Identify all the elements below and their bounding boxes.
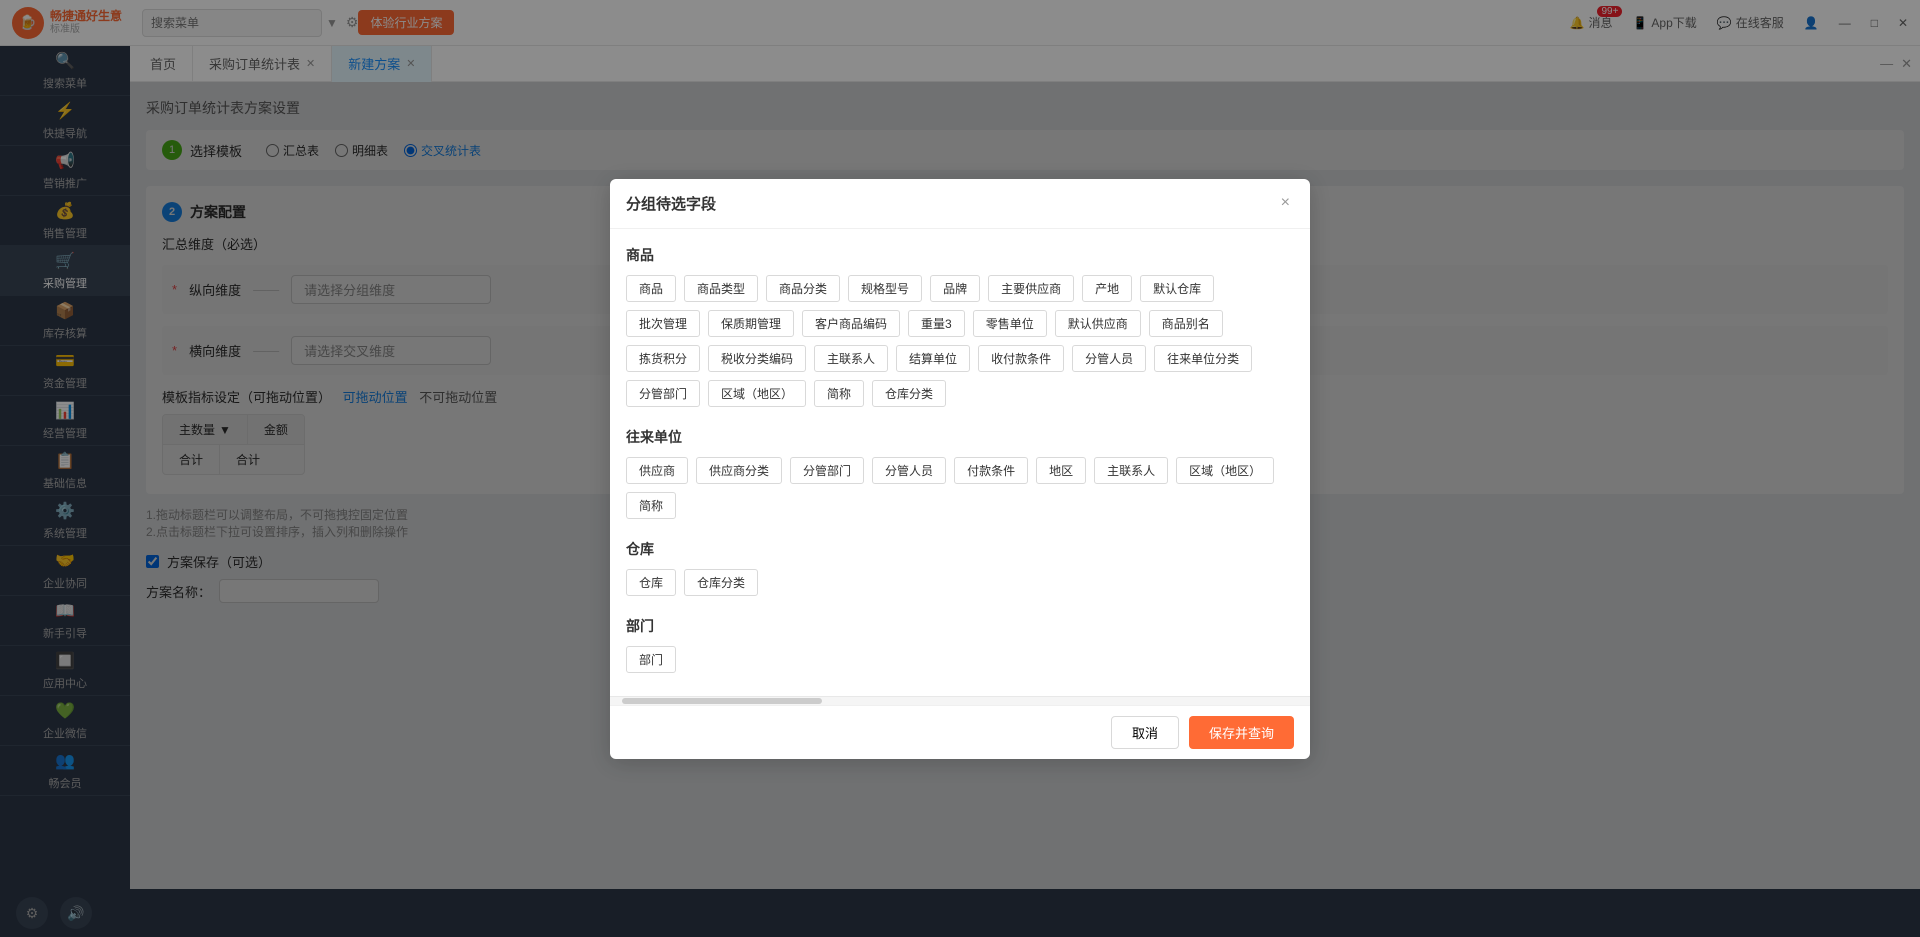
field-tags-dept: 部门 bbox=[626, 646, 1294, 673]
dialog: 分组待选字段 × 商品 商品 商品类型 商品分类 规格型号 品牌 主要供应商 产… bbox=[610, 179, 1310, 759]
field-tag-manager[interactable]: 分管人员 bbox=[1072, 345, 1146, 372]
field-group-warehouse: 仓库 仓库 仓库分类 bbox=[626, 539, 1294, 596]
field-tag-supplier[interactable]: 供应商 bbox=[626, 457, 688, 484]
scrollbar-thumb bbox=[622, 698, 822, 704]
field-tag-main-supplier[interactable]: 主要供应商 bbox=[988, 275, 1074, 302]
field-tags-partner: 供应商 供应商分类 分管部门 分管人员 付款条件 地区 主联系人 区域（地区） … bbox=[626, 457, 1294, 519]
field-tag-managing-person[interactable]: 分管人员 bbox=[872, 457, 946, 484]
field-tag-payment-terms[interactable]: 收付款条件 bbox=[978, 345, 1064, 372]
field-tag-origin[interactable]: 产地 bbox=[1082, 275, 1132, 302]
field-tag-alias[interactable]: 商品别名 bbox=[1149, 310, 1223, 337]
field-tag-area[interactable]: 地区 bbox=[1036, 457, 1086, 484]
field-tag-settlement-unit[interactable]: 结算单位 bbox=[896, 345, 970, 372]
field-tag-pay-terms[interactable]: 付款条件 bbox=[954, 457, 1028, 484]
group-title-dept: 部门 bbox=[626, 616, 1294, 636]
field-tag-dept-field[interactable]: 部门 bbox=[626, 646, 676, 673]
overlay: 分组待选字段 × 商品 商品 商品类型 商品分类 规格型号 品牌 主要供应商 产… bbox=[0, 0, 1920, 937]
field-tag-main-contact[interactable]: 主联系人 bbox=[814, 345, 888, 372]
cancel-button[interactable]: 取消 bbox=[1111, 716, 1179, 749]
field-tag-dept[interactable]: 分管部门 bbox=[626, 380, 700, 407]
field-tag-wh-category[interactable]: 仓库分类 bbox=[684, 569, 758, 596]
dialog-body: 商品 商品 商品类型 商品分类 规格型号 品牌 主要供应商 产地 默认仓库 批次… bbox=[610, 229, 1310, 696]
field-tag-managing-dept[interactable]: 分管部门 bbox=[790, 457, 864, 484]
field-tag-default-warehouse[interactable]: 默认仓库 bbox=[1140, 275, 1214, 302]
field-tag-partner-contact[interactable]: 主联系人 bbox=[1094, 457, 1168, 484]
field-group-dept: 部门 部门 bbox=[626, 616, 1294, 673]
field-tag-warehouse-category[interactable]: 仓库分类 bbox=[872, 380, 946, 407]
field-tag-default-supplier[interactable]: 默认供应商 bbox=[1055, 310, 1141, 337]
field-tags-warehouse: 仓库 仓库分类 bbox=[626, 569, 1294, 596]
field-tag-region[interactable]: 区域（地区） bbox=[708, 380, 806, 407]
group-title-warehouse: 仓库 bbox=[626, 539, 1294, 559]
field-tag-product-type[interactable]: 商品类型 bbox=[684, 275, 758, 302]
field-tag-customer-code[interactable]: 客户商品编码 bbox=[802, 310, 900, 337]
dialog-header: 分组待选字段 × bbox=[610, 179, 1310, 229]
field-tag-product[interactable]: 商品 bbox=[626, 275, 676, 302]
dialog-title: 分组待选字段 bbox=[626, 193, 716, 214]
field-tag-retail-unit[interactable]: 零售单位 bbox=[973, 310, 1047, 337]
field-tag-supplier-category[interactable]: 供应商分类 bbox=[696, 457, 782, 484]
field-tag-tax-code[interactable]: 税收分类编码 bbox=[708, 345, 806, 372]
field-tag-batch-mgmt[interactable]: 批次管理 bbox=[626, 310, 700, 337]
field-tag-short-name[interactable]: 简称 bbox=[814, 380, 864, 407]
save-query-button[interactable]: 保存并查询 bbox=[1189, 716, 1294, 749]
horizontal-scrollbar[interactable] bbox=[610, 696, 1310, 705]
field-tag-spec-type[interactable]: 规格型号 bbox=[848, 275, 922, 302]
field-tag-wh[interactable]: 仓库 bbox=[626, 569, 676, 596]
field-tag-quality-mgmt[interactable]: 保质期管理 bbox=[708, 310, 794, 337]
field-tag-unit-category[interactable]: 往来单位分类 bbox=[1154, 345, 1252, 372]
field-tag-weight3[interactable]: 重量3 bbox=[908, 310, 965, 337]
dialog-close-button[interactable]: × bbox=[1277, 194, 1294, 212]
field-group-partner: 往来单位 供应商 供应商分类 分管部门 分管人员 付款条件 地区 主联系人 区域… bbox=[626, 427, 1294, 519]
field-tag-product-category[interactable]: 商品分类 bbox=[766, 275, 840, 302]
field-group-product: 商品 商品 商品类型 商品分类 规格型号 品牌 主要供应商 产地 默认仓库 批次… bbox=[626, 245, 1294, 407]
group-title-partner: 往来单位 bbox=[626, 427, 1294, 447]
group-title-product: 商品 bbox=[626, 245, 1294, 265]
field-tag-pick-score[interactable]: 拣货积分 bbox=[626, 345, 700, 372]
field-tags-product: 商品 商品类型 商品分类 规格型号 品牌 主要供应商 产地 默认仓库 批次管理 … bbox=[626, 275, 1294, 407]
field-tag-partner-shortname[interactable]: 简称 bbox=[626, 492, 676, 519]
field-tag-partner-region[interactable]: 区域（地区） bbox=[1176, 457, 1274, 484]
dialog-footer: 取消 保存并查询 bbox=[610, 705, 1310, 759]
field-tag-brand[interactable]: 品牌 bbox=[930, 275, 980, 302]
